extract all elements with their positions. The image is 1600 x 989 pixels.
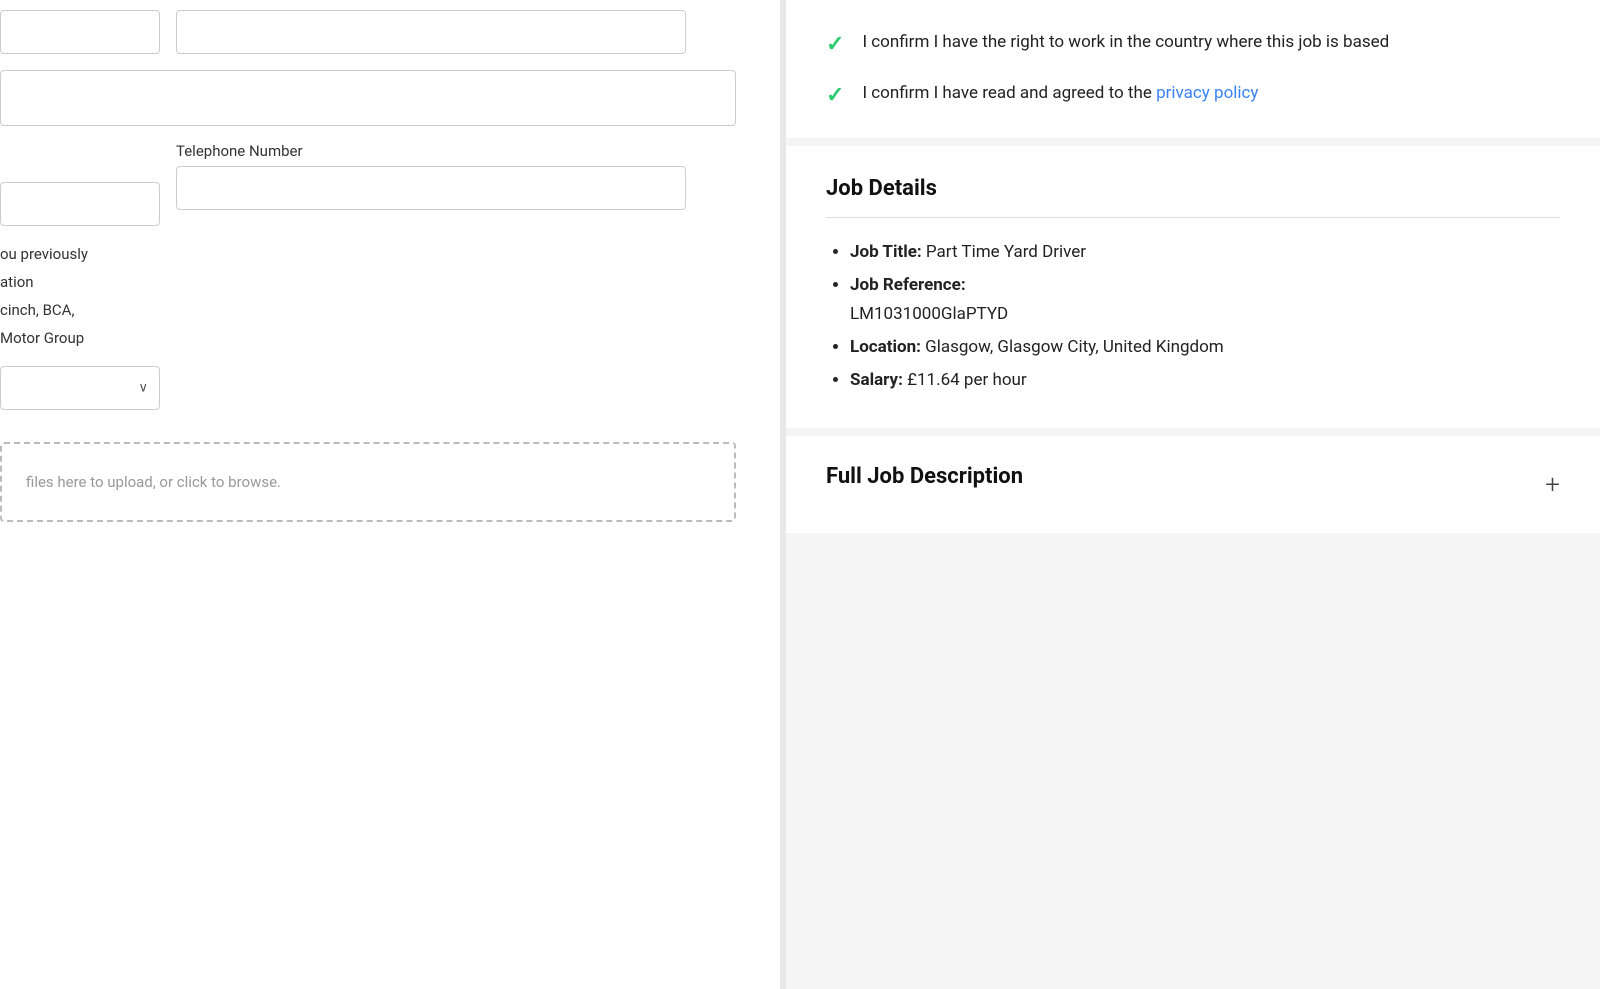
confirmation-section: ✓ I confirm I have the right to work in … xyxy=(786,0,1600,138)
job-details-divider xyxy=(826,217,1560,218)
full-job-description-section: Full Job Description + xyxy=(786,436,1600,533)
prev-text-1: ou previously xyxy=(0,242,750,266)
checkmark-privacy-icon: ✓ xyxy=(826,83,844,108)
job-detail-list: Job Title: Part Time Yard Driver Job Ref… xyxy=(826,238,1560,394)
prev-text-2: ation xyxy=(0,270,750,294)
job-title-value: Part Time Yard Driver xyxy=(926,242,1086,262)
job-title-item: Job Title: Part Time Yard Driver xyxy=(850,238,1560,267)
salary-label: Salary: xyxy=(850,370,903,390)
upload-text: files here to upload, or click to browse… xyxy=(26,473,281,491)
previous-employment-text: ou previously ation cinch, BCA, Motor Gr… xyxy=(0,242,750,350)
location-input[interactable] xyxy=(0,182,160,226)
confirm-work-rights-item: ✓ I confirm I have the right to work in … xyxy=(826,30,1560,57)
expand-icon[interactable]: + xyxy=(1545,470,1560,500)
left-panel: Telephone Number ou previously ation cin… xyxy=(0,0,780,989)
right-panel: ✓ I confirm I have the right to work in … xyxy=(786,0,1600,989)
file-upload-area[interactable]: files here to upload, or click to browse… xyxy=(0,442,736,522)
job-details-title: Job Details xyxy=(826,176,1560,201)
job-reference-label: Job Reference: xyxy=(850,275,966,295)
job-title-label: Job Title: xyxy=(850,242,922,262)
confirm-work-rights-text: I confirm I have the right to work in th… xyxy=(862,30,1389,56)
page-container: Telephone Number ou previously ation cin… xyxy=(0,0,1600,989)
full-width-input[interactable] xyxy=(0,70,736,126)
select-wrapper xyxy=(0,366,160,410)
job-reference-value: LM1031000GlaPTYD xyxy=(850,304,1008,324)
location-label: Location: xyxy=(850,337,921,357)
select-dropdown[interactable] xyxy=(0,366,160,410)
location-item: Location: Glasgow, Glasgow City, United … xyxy=(850,333,1560,362)
job-details-section: Job Details Job Title: Part Time Yard Dr… xyxy=(786,146,1600,428)
top-input-left[interactable] xyxy=(0,10,160,54)
full-job-title: Full Job Description xyxy=(826,464,1023,489)
salary-item: Salary: £11.64 per hour xyxy=(850,366,1560,395)
prev-text-4: Motor Group xyxy=(0,326,750,350)
location-value: Glasgow, Glasgow City, United Kingdom xyxy=(925,337,1224,357)
confirm-privacy-text: I confirm I have read and agreed to the … xyxy=(862,81,1258,107)
top-input-right[interactable] xyxy=(176,10,686,54)
telephone-row: Telephone Number xyxy=(0,142,750,226)
confirm-privacy-item: ✓ I confirm I have read and agreed to th… xyxy=(826,81,1560,108)
telephone-group: Telephone Number xyxy=(176,142,686,210)
privacy-policy-link[interactable]: privacy policy xyxy=(1156,83,1258,103)
full-input-group xyxy=(0,70,750,142)
full-job-header: Full Job Description + xyxy=(826,464,1560,505)
checkmark-work-rights-icon: ✓ xyxy=(826,32,844,57)
telephone-label: Telephone Number xyxy=(176,142,686,160)
job-reference-item: Job Reference: LM1031000GlaPTYD xyxy=(850,271,1560,329)
confirm-privacy-before: I confirm I have read and agreed to the xyxy=(862,83,1156,103)
prev-text-3: cinch, BCA, xyxy=(0,298,750,322)
top-inputs-row xyxy=(0,0,750,54)
location-field-group xyxy=(0,182,160,226)
telephone-input[interactable] xyxy=(176,166,686,210)
salary-value: £11.64 per hour xyxy=(907,370,1027,390)
